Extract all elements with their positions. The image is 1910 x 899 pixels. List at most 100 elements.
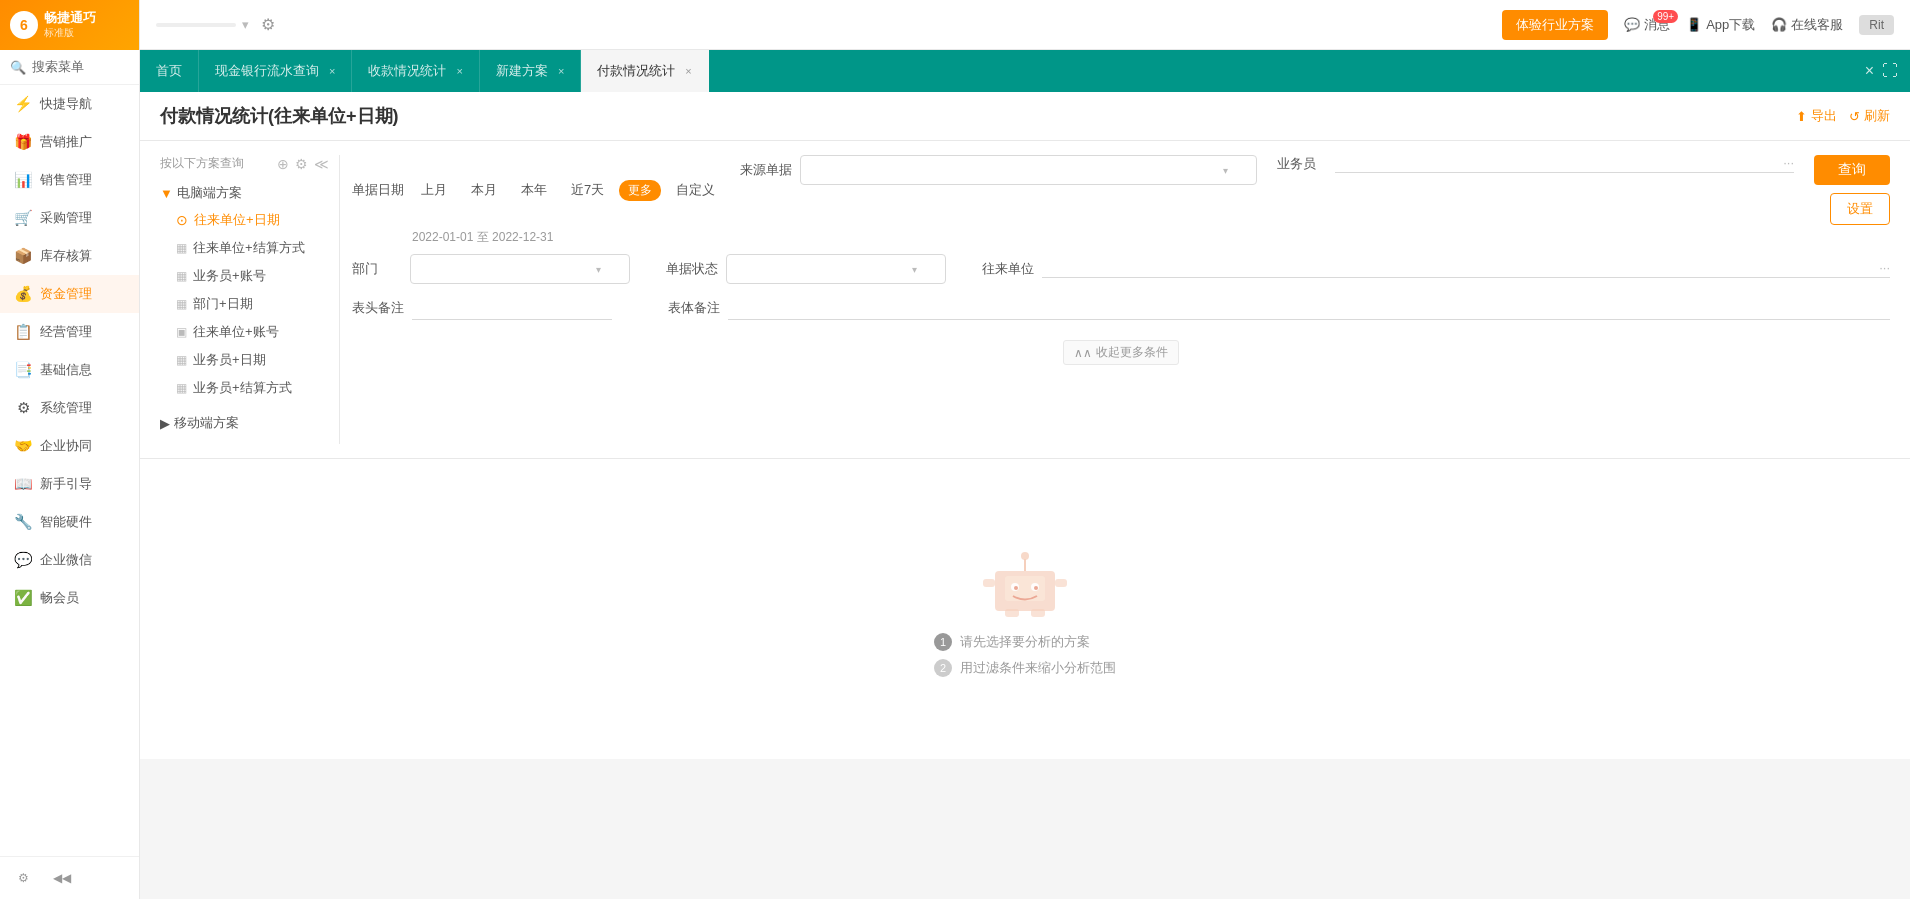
page-header: 付款情况统计(往来单位+日期) ⬆ 导出 ↺ 刷新: [140, 92, 1910, 141]
scheme-item-unit-account[interactable]: ▣ 往来单位+账号: [160, 318, 329, 346]
scheme-group-mobile-title[interactable]: ▶ 移动端方案: [160, 410, 329, 436]
sidebar-item-hardware[interactable]: 🔧 智能硬件: [0, 503, 139, 541]
tab-bank-flow[interactable]: 现金银行流水查询 ×: [199, 50, 352, 92]
body-note-field: 表体备注: [668, 296, 1890, 320]
date-opt-7days[interactable]: 近7天: [562, 178, 613, 202]
svg-rect-10: [1005, 609, 1019, 617]
body-note-input[interactable]: [728, 296, 1890, 320]
source-voucher-select[interactable]: ▾: [800, 155, 1257, 185]
refresh-label: 刷新: [1864, 107, 1890, 125]
content-area: 付款情况统计(往来单位+日期) ⬆ 导出 ↺ 刷新 按以下方案查询 ⊕: [140, 92, 1910, 899]
scheme-item-unit-settle[interactable]: ▦ 往来单位+结算方式: [160, 234, 329, 262]
sidebar-label-member: 畅会员: [40, 589, 79, 607]
sidebar-item-wechat[interactable]: 💬 企业微信: [0, 541, 139, 579]
cooperation-icon: 🤝: [14, 437, 32, 455]
scheme-item-unit-date[interactable]: ⊙ 往来单位+日期: [160, 206, 329, 234]
refresh-btn[interactable]: ↺ 刷新: [1849, 107, 1890, 125]
filter-actions: 查询 设置: [1814, 155, 1890, 225]
staff-dots[interactable]: ···: [1783, 155, 1794, 170]
sidebar-item-operation[interactable]: 📋 经营管理: [0, 313, 139, 351]
step-2-num: 2: [934, 659, 952, 677]
logo-title: 畅捷通巧: [44, 10, 96, 26]
sidebar-settings-btn[interactable]: ⚙: [10, 867, 37, 889]
search-menu[interactable]: 🔍 搜索菜单: [0, 50, 139, 85]
sidebar-item-cooperation[interactable]: 🤝 企业协同: [0, 427, 139, 465]
scheme-item-dept-date[interactable]: ▦ 部门+日期: [160, 290, 329, 318]
scheme-group-mobile: ▶ 移动端方案: [160, 410, 329, 436]
tab-bank-flow-close[interactable]: ×: [329, 65, 335, 77]
scheme-item-staff-date[interactable]: ▦ 业务员+日期: [160, 346, 329, 374]
export-btn[interactable]: ⬆ 导出: [1796, 107, 1837, 125]
collapse-btn[interactable]: ∧∧ 收起更多条件: [1063, 340, 1179, 365]
sidebar-item-marketing[interactable]: 🎁 营销推广: [0, 123, 139, 161]
date-opt-this-month[interactable]: 本月: [462, 178, 506, 202]
staff-settle-label: 业务员+结算方式: [193, 379, 292, 397]
sidebar-collapse-btn[interactable]: ◀◀: [45, 867, 79, 889]
body-note-label: 表体备注: [668, 299, 720, 317]
support-icon: 🎧: [1771, 17, 1787, 32]
tab-payment-stats-close[interactable]: ×: [685, 65, 691, 77]
step-1-num: 1: [934, 633, 952, 651]
tab-income-stats-close[interactable]: ×: [456, 65, 462, 77]
date-opt-last-month[interactable]: 上月: [412, 178, 456, 202]
sidebar-item-system[interactable]: ⚙ 系统管理: [0, 389, 139, 427]
sidebar-item-member[interactable]: ✅ 畅会员: [0, 579, 139, 617]
search-icon: 🔍: [10, 60, 26, 75]
tab-expand-btn[interactable]: ⛶: [1882, 62, 1898, 80]
sidebar-item-inventory[interactable]: 📦 库存核算: [0, 237, 139, 275]
app-label: App下载: [1706, 16, 1755, 34]
unit-settle-icon: ▦: [176, 241, 187, 255]
sidebar-item-basic[interactable]: 📑 基础信息: [0, 351, 139, 389]
main-area: ▾ ⚙ 体验行业方案 💬 消息 99+ 📱 App下载 🎧 在线客服 Rit 首…: [140, 0, 1910, 899]
wechat-icon: 💬: [14, 551, 32, 569]
scheme-item-staff-settle[interactable]: ▦ 业务员+结算方式: [160, 374, 329, 402]
app-download-btn[interactable]: 📱 App下载: [1686, 16, 1755, 34]
trial-btn[interactable]: 体验行业方案: [1502, 10, 1608, 40]
partner-label: 往来单位: [982, 260, 1034, 278]
topbar-settings-icon[interactable]: ⚙: [261, 15, 275, 34]
sidebar-label-guide: 新手引导: [40, 475, 92, 493]
tab-payment-stats-label: 付款情况统计: [597, 62, 675, 80]
tab-close-all-btn[interactable]: ×: [1865, 62, 1874, 80]
filter-row-2: 部门 ▾ 单据状态 ▾ 往来单位: [352, 254, 1890, 284]
support-btn[interactable]: 🎧 在线客服: [1771, 16, 1843, 34]
sidebar-item-guide[interactable]: 📖 新手引导: [0, 465, 139, 503]
partner-dots[interactable]: ···: [1879, 260, 1890, 275]
page-title: 付款情况统计(往来单位+日期): [160, 104, 399, 128]
settings-btn[interactable]: 设置: [1830, 193, 1890, 225]
dept-select[interactable]: ▾: [410, 254, 630, 284]
collapse-footer-icon: ◀◀: [53, 871, 71, 885]
source-voucher-label: 来源单据: [740, 161, 792, 179]
tab-new-scheme[interactable]: 新建方案 ×: [480, 50, 581, 92]
collapse-label: 收起更多条件: [1096, 344, 1168, 361]
tab-income-stats[interactable]: 收款情况统计 ×: [352, 50, 479, 92]
scheme-add-btn[interactable]: ⊕: [277, 156, 289, 172]
tab-new-scheme-close[interactable]: ×: [558, 65, 564, 77]
date-opt-this-year[interactable]: 本年: [512, 178, 556, 202]
inventory-icon: 📦: [14, 247, 32, 265]
voucher-status-select[interactable]: ▾: [726, 254, 946, 284]
tab-home[interactable]: 首页: [140, 50, 199, 92]
date-opt-more[interactable]: 更多: [619, 180, 661, 201]
header-note-input[interactable]: [412, 296, 612, 320]
sidebar-item-purchase[interactable]: 🛒 采购管理: [0, 199, 139, 237]
scheme-item-staff-account[interactable]: ▦ 业务员+账号: [160, 262, 329, 290]
user-avatar[interactable]: Rit: [1859, 15, 1894, 35]
empty-step-2: 2 用过滤条件来缩小分析范围: [934, 659, 1116, 677]
sidebar-item-sales[interactable]: 📊 销售管理: [0, 161, 139, 199]
tabbar-controls: × ⛶: [1853, 62, 1910, 80]
sidebar-item-quick-nav[interactable]: ⚡ 快捷导航: [0, 85, 139, 123]
query-btn[interactable]: 查询: [1814, 155, 1890, 185]
scheme-collapse-btn[interactable]: ≪: [314, 156, 329, 172]
scheme-settings-btn[interactable]: ⚙: [295, 156, 308, 172]
sidebar-label-purchase: 采购管理: [40, 209, 92, 227]
message-btn[interactable]: 💬 消息 99+: [1624, 16, 1670, 34]
tab-payment-stats[interactable]: 付款情况统计 ×: [581, 50, 708, 92]
sidebar-item-capital[interactable]: 💰 资金管理: [0, 275, 139, 313]
scheme-group-desktop-title[interactable]: ▼ 电脑端方案: [160, 180, 329, 206]
purchase-icon: 🛒: [14, 209, 32, 227]
capital-icon: 💰: [14, 285, 32, 303]
date-opt-custom[interactable]: 自定义: [667, 178, 724, 202]
sidebar-logo: 6 畅捷通巧 标准版: [0, 0, 139, 50]
system-icon: ⚙: [14, 399, 32, 417]
